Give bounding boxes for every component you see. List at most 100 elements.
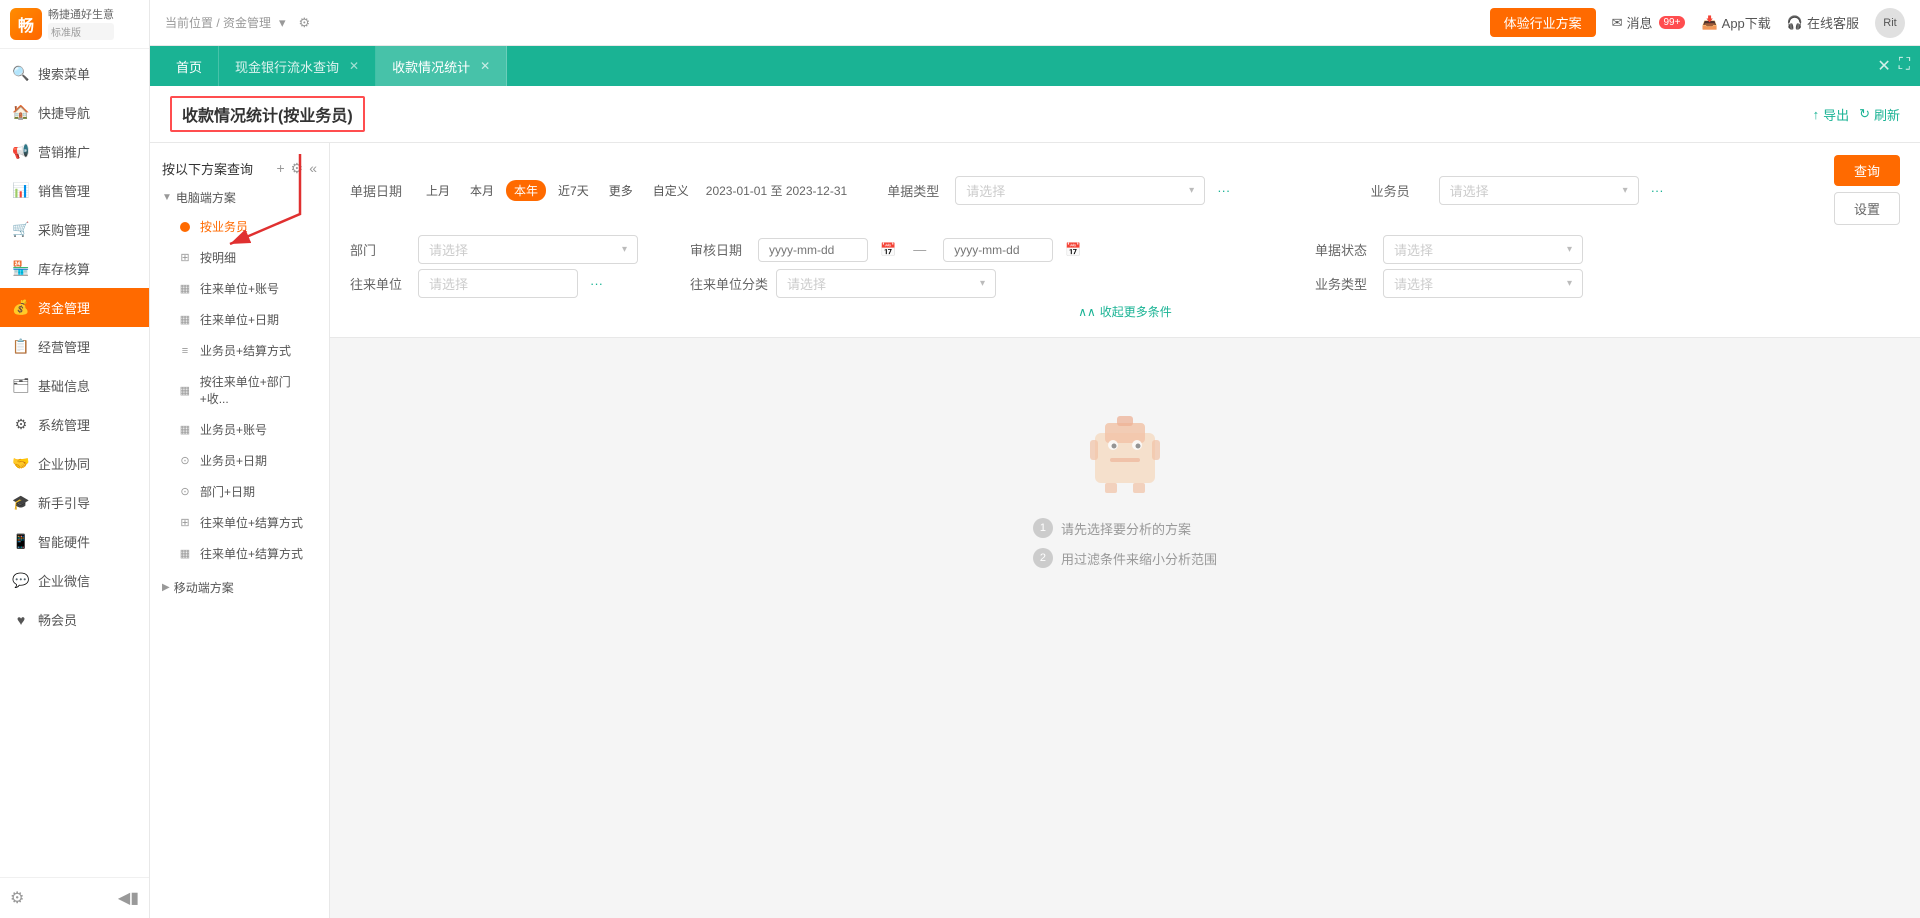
scheme-item-partner-date[interactable]: ▦ 往来单位+日期: [150, 304, 329, 335]
add-scheme-icon[interactable]: +: [276, 160, 284, 177]
sidebar-item-guide-label: 新手引导: [38, 493, 90, 512]
export-button[interactable]: ↑ 导出: [1813, 105, 1850, 124]
scheme-item-salesperson-payment[interactable]: ≡ 业务员+结算方式: [150, 335, 329, 366]
mobile-group-title[interactable]: ▶ 移动端方案: [150, 574, 329, 601]
scheme-item-partner-settlement-2[interactable]: ▦ 往来单位+结算方式: [150, 538, 329, 569]
setting-button[interactable]: 设置: [1834, 192, 1900, 225]
sidebar-item-quicknav[interactable]: 🏠 快捷导航: [0, 93, 149, 132]
salesperson-more-icon[interactable]: ···: [1651, 183, 1664, 198]
date-tab-7days[interactable]: 近7天: [550, 180, 597, 201]
sidebar-item-guide[interactable]: 🎓 新手引导: [0, 483, 149, 522]
tab-cashflow-close[interactable]: ✕: [349, 59, 359, 73]
trial-button[interactable]: 体验行业方案: [1490, 8, 1596, 37]
scheme-item-dept-date[interactable]: ⊙ 部门+日期: [150, 476, 329, 507]
sidebar-item-vip[interactable]: ♥ 畅会员: [0, 600, 149, 639]
header-right: 体验行业方案 ✉ 消息 99+ 📥 App下载 🎧 在线客服 Rit: [1490, 8, 1905, 38]
scheme-item-salesperson-date[interactable]: ⊙ 业务员+日期: [150, 445, 329, 476]
app-download-button[interactable]: 📥 App下载: [1701, 13, 1770, 32]
review-date-end[interactable]: [943, 238, 1053, 262]
scheme-item-partner-dept[interactable]: ▦ 按往来单位+部门+收...: [150, 366, 329, 414]
sidebar-item-system[interactable]: ⚙ 系统管理: [0, 405, 149, 444]
online-service-button[interactable]: 🎧 在线客服: [1787, 13, 1859, 32]
scheme-item-detail[interactable]: ⊞ 按明细: [150, 242, 329, 273]
clock-icon-2: ⊙: [178, 485, 192, 499]
scheme-item-salesperson[interactable]: 按业务员: [150, 211, 329, 242]
date-tab-last-month[interactable]: 上月: [418, 180, 458, 201]
scheme-item-salesperson-account-label: 业务员+账号: [200, 421, 267, 438]
sales-icon: 📊: [12, 182, 30, 200]
biz-type-dropdown[interactable]: 请选择 ▾: [1383, 269, 1583, 298]
date-tab-this-month[interactable]: 本月: [462, 180, 502, 201]
doc-type-dropdown[interactable]: 请选择 ▾: [955, 176, 1205, 205]
query-button[interactable]: 查询: [1834, 155, 1900, 186]
date-tab-custom[interactable]: 自定义: [645, 180, 697, 201]
partner-more-icon[interactable]: ···: [590, 276, 603, 291]
sidebar-item-wechat[interactable]: 💬 企业微信: [0, 561, 149, 600]
review-date-start[interactable]: [758, 238, 868, 262]
settings-footer-icon[interactable]: ⚙: [10, 888, 24, 908]
partner-dropdown[interactable]: 请选择: [418, 269, 578, 298]
sidebar-item-basic[interactable]: 🗂 基础信息: [0, 366, 149, 405]
tab-receipts-close[interactable]: ✕: [480, 59, 490, 73]
refresh-button[interactable]: ↻ 刷新: [1859, 105, 1900, 124]
operations-icon: 📋: [12, 338, 30, 356]
dept-value: 请选择: [429, 240, 468, 259]
edition-badge: 标准版: [48, 23, 114, 40]
messages-label: 消息: [1626, 13, 1652, 32]
collapse-scheme-icon[interactable]: «: [309, 160, 317, 177]
sidebar-item-inventory[interactable]: 🏪 库存核算: [0, 249, 149, 288]
salesperson-dropdown[interactable]: 请选择 ▾: [1439, 176, 1639, 205]
scheme-item-partner-date-label: 往来单位+日期: [200, 311, 279, 328]
sidebar-item-hardware[interactable]: 📱 智能硬件: [0, 522, 149, 561]
scheme-item-partner-account[interactable]: ▦ 往来单位+账号: [150, 273, 329, 304]
table-icon-1: ▦: [178, 282, 192, 296]
filter-row-1: 单据日期 上月 本月 本年 近7天 更多 自定义 2023-01-01 至 20…: [350, 155, 1900, 225]
window-maximize-icon[interactable]: ⛶: [1899, 56, 1910, 76]
main-area: 当前位置 / 资金管理 ▾ ⚙ 体验行业方案 ✉ 消息 99+ 📥 App下载 …: [150, 0, 1920, 918]
refresh-icon: ↻: [1859, 106, 1870, 122]
export-label: 导出: [1823, 105, 1849, 124]
scheme-item-partner-settlement-2-label: 往来单位+结算方式: [200, 545, 303, 562]
tip-text-2: 用过滤条件来缩小分析范围: [1061, 549, 1217, 568]
dropdown-arrow-icon[interactable]: ▾: [279, 15, 286, 31]
tab-receipts-label: 收款情况统计: [392, 57, 470, 76]
gear-scheme-icon[interactable]: ⚙: [291, 160, 304, 177]
sidebar-item-finance[interactable]: 💰 资金管理: [0, 288, 149, 327]
mobile-scheme-group: ▶ 移动端方案: [150, 574, 329, 601]
date-range-display: 2023-01-01 至 2023-12-31: [706, 182, 847, 199]
dept-dropdown[interactable]: 请选择 ▾: [418, 235, 638, 264]
logo-text: 畅捷通好生意: [48, 8, 114, 22]
desktop-group-title[interactable]: ▼ 电脑端方案: [150, 184, 329, 211]
scheme-item-salesperson-account[interactable]: ▦ 业务员+账号: [150, 414, 329, 445]
settings-header-icon[interactable]: ⚙: [299, 15, 311, 31]
dept-dropdown-arrow: ▾: [622, 244, 627, 255]
date-tab-this-year[interactable]: 本年: [506, 180, 546, 201]
sidebar-item-purchase[interactable]: 🛒 采购管理: [0, 210, 149, 249]
window-controls: ✕ ⛶: [1877, 56, 1910, 76]
tab-cashflow[interactable]: 现金银行流水查询 ✕: [219, 46, 376, 86]
sidebar-item-system-label: 系统管理: [38, 415, 90, 434]
sidebar-item-marketing[interactable]: 📢 营销推广: [0, 132, 149, 171]
sidebar-item-sales[interactable]: 📊 销售管理: [0, 171, 149, 210]
sidebar-item-search[interactable]: 🔍 搜索菜单: [0, 54, 149, 93]
collapse-sidebar-icon[interactable]: ◀▮: [118, 888, 139, 908]
sidebar-item-operations[interactable]: 📋 经营管理: [0, 327, 149, 366]
scheme-item-partner-settlement-1[interactable]: ⊞ 往来单位+结算方式: [150, 507, 329, 538]
tab-cashflow-label: 现金银行流水查询: [235, 57, 339, 76]
user-avatar[interactable]: Rit: [1875, 8, 1905, 38]
date-tab-more[interactable]: 更多: [601, 180, 641, 201]
page-header: 收款情况统计(按业务员) ↑ 导出 ↻ 刷新: [150, 86, 1920, 143]
scheme-panel: 按以下方案查询 + ⚙ «: [150, 143, 330, 918]
partner-category-dropdown[interactable]: 请选择 ▾: [776, 269, 996, 298]
app-download-label: App下载: [1722, 13, 1771, 32]
doc-status-dropdown[interactable]: 请选择 ▾: [1383, 235, 1583, 264]
messages-button[interactable]: ✉ 消息 99+: [1612, 13, 1686, 32]
doc-type-more-icon[interactable]: ···: [1217, 183, 1230, 198]
collapse-filter-button[interactable]: ∧∧ 收起更多条件: [350, 303, 1900, 320]
tab-home[interactable]: 首页: [160, 46, 219, 86]
tab-receipts[interactable]: 收款情况统计 ✕: [376, 46, 507, 86]
sidebar-item-enterprise[interactable]: 🤝 企业协同: [0, 444, 149, 483]
date-filter-item: 单据日期 上月 本月 本年 近7天 更多 自定义 2023-01-01 至 20…: [350, 180, 847, 201]
window-close-icon[interactable]: ✕: [1877, 56, 1890, 76]
partner-value: 请选择: [429, 274, 468, 293]
